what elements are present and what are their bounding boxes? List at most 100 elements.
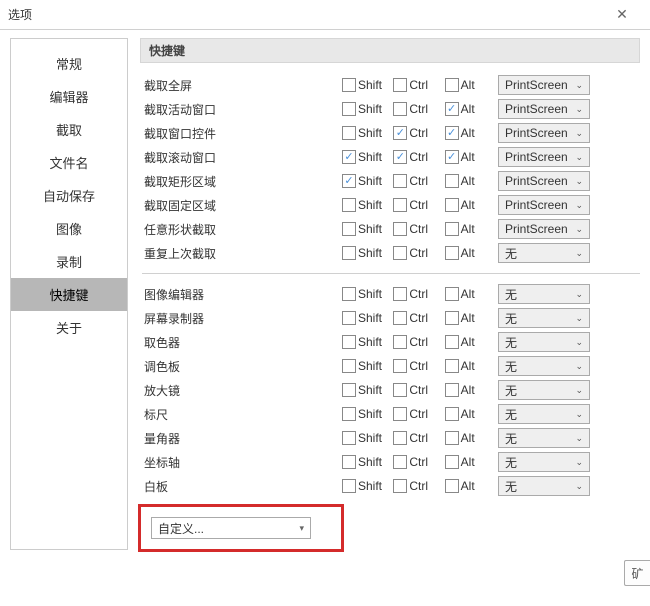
key-select[interactable]: 无⌄ xyxy=(498,332,590,352)
chevron-down-icon: ⌄ xyxy=(575,385,583,396)
key-select[interactable]: 无⌄ xyxy=(498,476,590,496)
close-button[interactable]: ✕ xyxy=(602,0,642,30)
shift-checkbox[interactable] xyxy=(342,126,356,140)
shift-checkbox[interactable] xyxy=(342,455,356,469)
chevron-down-icon: ⌄ xyxy=(575,409,583,420)
ctrl-checkbox[interactable] xyxy=(393,335,407,349)
ctrl-label: Ctrl xyxy=(409,383,428,397)
shortcut-label: 重复上次截取 xyxy=(142,245,342,262)
ctrl-checkbox[interactable] xyxy=(393,198,407,212)
key-select[interactable]: PrintScreen⌄ xyxy=(498,219,590,239)
key-select[interactable]: 无⌄ xyxy=(498,356,590,376)
shift-checkbox[interactable] xyxy=(342,246,356,260)
shift-checkbox[interactable] xyxy=(342,407,356,421)
key-select[interactable]: PrintScreen⌄ xyxy=(498,123,590,143)
shift-checkbox[interactable] xyxy=(342,174,356,188)
alt-checkbox[interactable] xyxy=(445,174,459,188)
ctrl-label: Ctrl xyxy=(409,174,428,188)
key-select[interactable]: PrintScreen⌄ xyxy=(498,195,590,215)
ctrl-modifier: Ctrl xyxy=(393,335,442,349)
shift-checkbox[interactable] xyxy=(342,102,356,116)
alt-checkbox[interactable] xyxy=(445,359,459,373)
ctrl-checkbox[interactable] xyxy=(393,311,407,325)
ctrl-checkbox[interactable] xyxy=(393,102,407,116)
shift-checkbox[interactable] xyxy=(342,150,356,164)
ctrl-checkbox[interactable] xyxy=(393,126,407,140)
key-select[interactable]: PrintScreen⌄ xyxy=(498,99,590,119)
ctrl-checkbox[interactable] xyxy=(393,431,407,445)
shift-checkbox[interactable] xyxy=(342,198,356,212)
shift-checkbox[interactable] xyxy=(342,222,356,236)
alt-checkbox[interactable] xyxy=(445,287,459,301)
ctrl-modifier: Ctrl xyxy=(393,222,442,236)
sidebar-item-3[interactable]: 文件名 xyxy=(11,146,127,179)
shift-checkbox[interactable] xyxy=(342,78,356,92)
alt-checkbox[interactable] xyxy=(445,126,459,140)
alt-checkbox[interactable] xyxy=(445,407,459,421)
alt-checkbox[interactable] xyxy=(445,455,459,469)
shift-modifier: Shift xyxy=(342,407,391,421)
ctrl-checkbox[interactable] xyxy=(393,246,407,260)
footer-button-partial[interactable]: 矿 xyxy=(624,560,650,586)
alt-checkbox[interactable] xyxy=(445,222,459,236)
alt-checkbox[interactable] xyxy=(445,102,459,116)
sidebar-item-0[interactable]: 常规 xyxy=(11,47,127,80)
key-select[interactable]: PrintScreen⌄ xyxy=(498,171,590,191)
shortcut-row: 屏幕录制器ShiftCtrlAlt无⌄ xyxy=(142,306,640,330)
alt-checkbox[interactable] xyxy=(445,479,459,493)
alt-checkbox[interactable] xyxy=(445,383,459,397)
sidebar-item-7[interactable]: 快捷键 xyxy=(11,278,127,311)
custom-dropdown[interactable]: 自定义... ▾ xyxy=(151,517,311,539)
shift-checkbox[interactable] xyxy=(342,431,356,445)
alt-label: Alt xyxy=(461,150,475,164)
shift-checkbox[interactable] xyxy=(342,359,356,373)
key-select[interactable]: PrintScreen⌄ xyxy=(498,75,590,95)
ctrl-checkbox[interactable] xyxy=(393,383,407,397)
modifier-group: ShiftCtrlAlt xyxy=(342,222,494,236)
ctrl-checkbox[interactable] xyxy=(393,455,407,469)
sidebar-item-5[interactable]: 图像 xyxy=(11,212,127,245)
ctrl-checkbox[interactable] xyxy=(393,407,407,421)
alt-modifier: Alt xyxy=(445,102,494,116)
ctrl-checkbox[interactable] xyxy=(393,222,407,236)
key-select[interactable]: 无⌄ xyxy=(498,452,590,472)
ctrl-label: Ctrl xyxy=(409,150,428,164)
key-select[interactable]: 无⌄ xyxy=(498,243,590,263)
main-panel: 快捷键 截取全屏ShiftCtrlAltPrintScreen⌄截取活动窗口Sh… xyxy=(128,38,640,550)
shift-modifier: Shift xyxy=(342,335,391,349)
key-select[interactable]: 无⌄ xyxy=(498,284,590,304)
shortcut-row: 调色板ShiftCtrlAlt无⌄ xyxy=(142,354,640,378)
key-select[interactable]: 无⌄ xyxy=(498,428,590,448)
alt-checkbox[interactable] xyxy=(445,246,459,260)
shift-checkbox[interactable] xyxy=(342,311,356,325)
key-select[interactable]: 无⌄ xyxy=(498,380,590,400)
alt-checkbox[interactable] xyxy=(445,198,459,212)
alt-modifier: Alt xyxy=(445,126,494,140)
shift-checkbox[interactable] xyxy=(342,479,356,493)
shift-checkbox[interactable] xyxy=(342,335,356,349)
ctrl-checkbox[interactable] xyxy=(393,479,407,493)
key-select[interactable]: 无⌄ xyxy=(498,404,590,424)
sidebar-item-6[interactable]: 录制 xyxy=(11,245,127,278)
ctrl-checkbox[interactable] xyxy=(393,174,407,188)
alt-checkbox[interactable] xyxy=(445,335,459,349)
key-select[interactable]: 无⌄ xyxy=(498,308,590,328)
ctrl-checkbox[interactable] xyxy=(393,359,407,373)
sidebar-item-2[interactable]: 截取 xyxy=(11,113,127,146)
chevron-down-icon: ⌄ xyxy=(575,481,583,492)
ctrl-checkbox[interactable] xyxy=(393,78,407,92)
alt-checkbox[interactable] xyxy=(445,311,459,325)
shift-checkbox[interactable] xyxy=(342,383,356,397)
ctrl-checkbox[interactable] xyxy=(393,287,407,301)
alt-checkbox[interactable] xyxy=(445,150,459,164)
sidebar-item-4[interactable]: 自动保存 xyxy=(11,179,127,212)
shift-checkbox[interactable] xyxy=(342,287,356,301)
alt-checkbox[interactable] xyxy=(445,431,459,445)
key-select[interactable]: PrintScreen⌄ xyxy=(498,147,590,167)
ctrl-checkbox[interactable] xyxy=(393,150,407,164)
shortcut-label: 截取滚动窗口 xyxy=(142,149,342,166)
alt-checkbox[interactable] xyxy=(445,78,459,92)
chevron-down-icon: ⌄ xyxy=(575,289,583,300)
sidebar-item-8[interactable]: 关于 xyxy=(11,311,127,344)
sidebar-item-1[interactable]: 编辑器 xyxy=(11,80,127,113)
